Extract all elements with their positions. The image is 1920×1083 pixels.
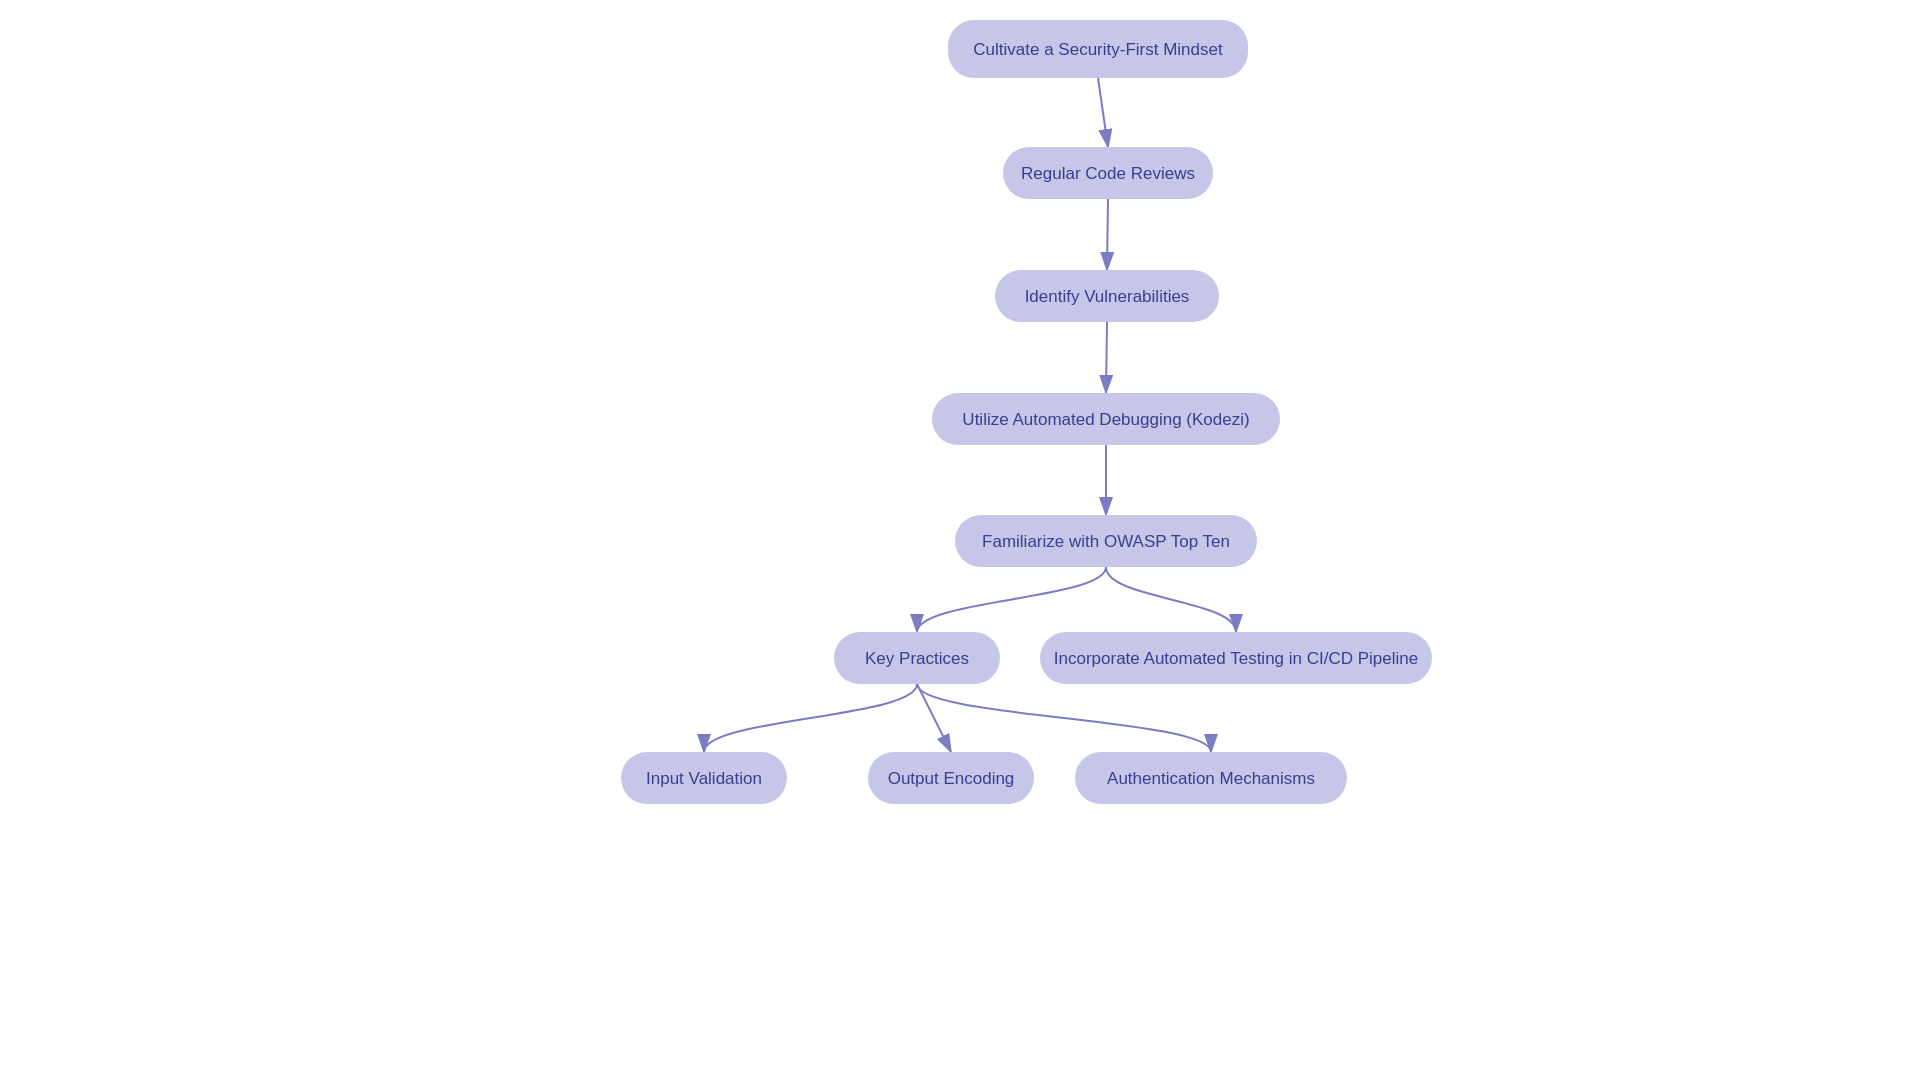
svg-text:Incorporate Automated Testing : Incorporate Automated Testing in CI/CD P… xyxy=(1054,649,1418,668)
svg-text:Authentication Mechanisms: Authentication Mechanisms xyxy=(1107,769,1315,788)
svg-text:Utilize Automated Debugging (K: Utilize Automated Debugging (Kodezi) xyxy=(962,410,1249,429)
svg-text:Regular Code Reviews: Regular Code Reviews xyxy=(1021,164,1195,183)
svg-text:Input Validation: Input Validation xyxy=(646,769,762,788)
svg-text:Identify Vulnerabilities: Identify Vulnerabilities xyxy=(1025,287,1190,306)
svg-text:Key Practices: Key Practices xyxy=(865,649,969,668)
svg-text:Output Encoding: Output Encoding xyxy=(888,769,1015,788)
svg-text:Cultivate a Security-First Min: Cultivate a Security-First Mindset xyxy=(973,40,1223,59)
svg-text:Familiarize with OWASP Top Ten: Familiarize with OWASP Top Ten xyxy=(982,532,1230,551)
diagram-container: Cultivate a Security-First Mindset Regula… xyxy=(0,0,1920,1083)
